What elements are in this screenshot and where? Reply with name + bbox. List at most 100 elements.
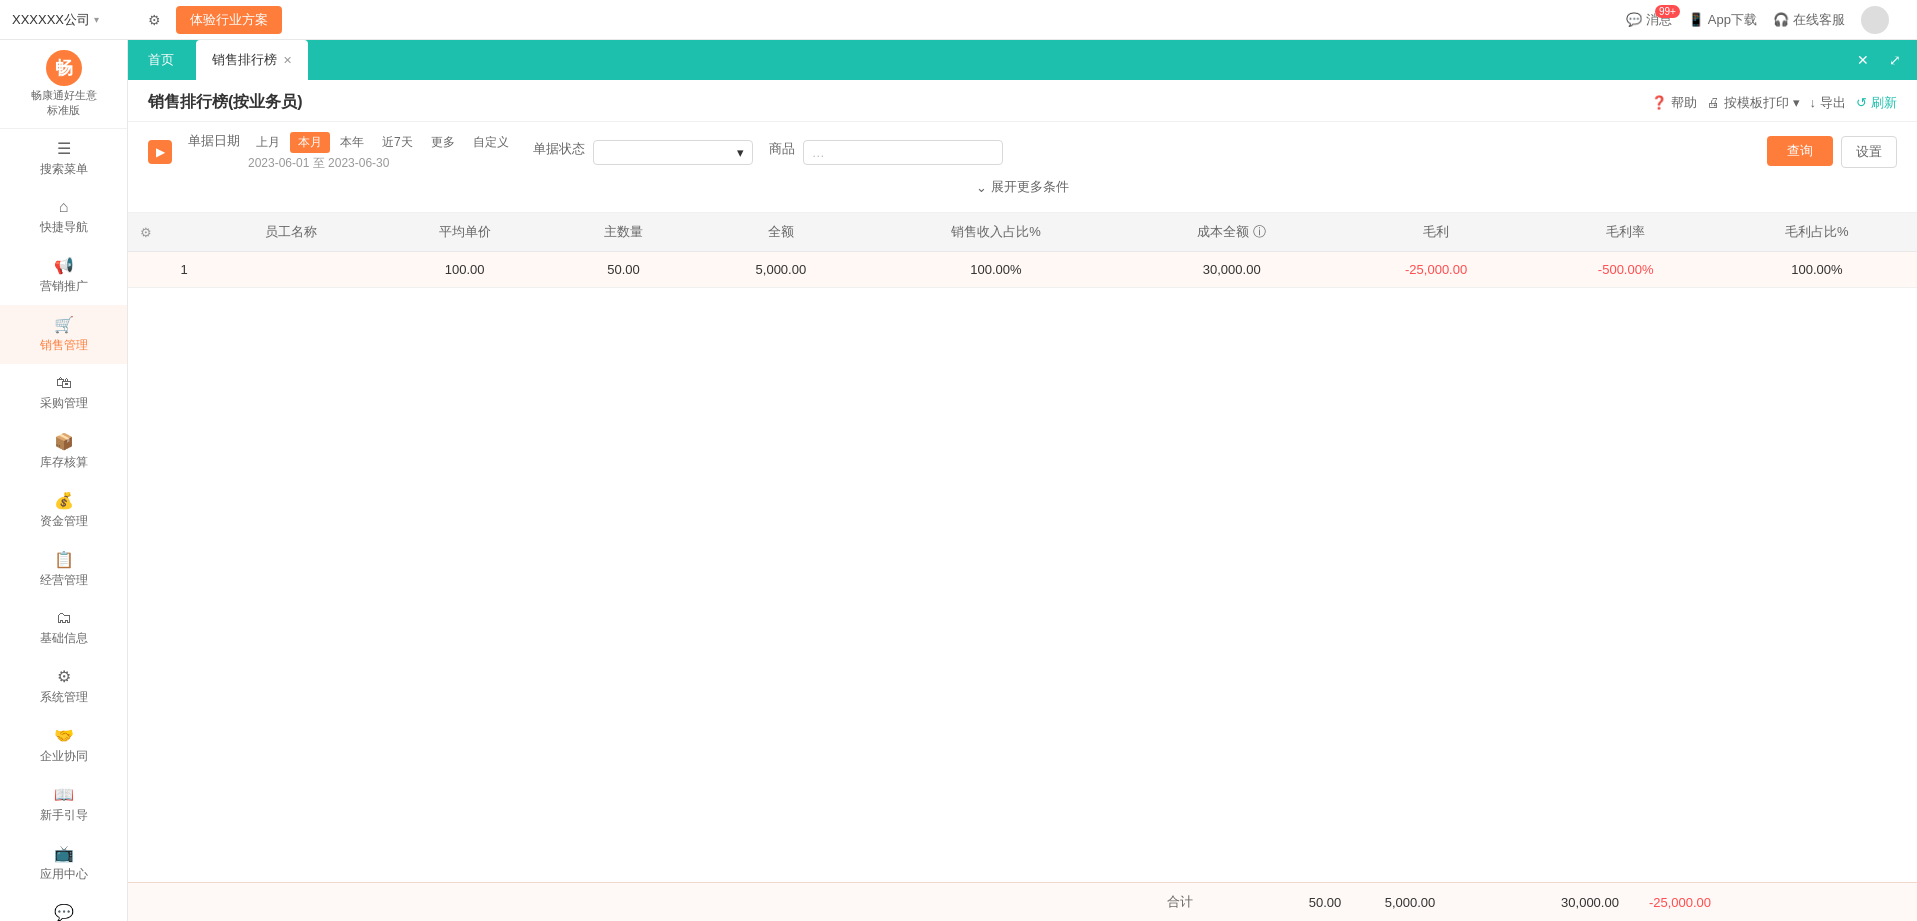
company-selector[interactable]: XXXXXX公司 ▾ <box>12 11 132 29</box>
row-avg-price: 100.00 <box>378 252 552 288</box>
sidebar-item-quick-nav[interactable]: ⌂ 快捷导航 <box>0 188 127 246</box>
filter-toggle-arrow[interactable]: ▶ <box>148 140 172 164</box>
date-tabs: 上月 本月 本年 近7天 更多 自定义 <box>248 132 517 153</box>
trial-button[interactable]: 体验行业方案 <box>176 6 282 34</box>
sales-ranking-table: ⚙ 员工名称 平均单价 主数量 全额 销售收入占比% 成本全额 ⓘ 毛利 毛利率… <box>128 213 1917 288</box>
sidebar-item-operations[interactable]: 📋 经营管理 <box>0 540 127 599</box>
date-tab-7days[interactable]: 近7天 <box>374 132 421 153</box>
message-badge: 99+ <box>1655 5 1680 18</box>
help-button[interactable]: ❓ 帮助 <box>1651 94 1697 112</box>
finance-icon: 💰 <box>54 491 74 510</box>
restore-icon[interactable]: ⤢ <box>1881 46 1909 74</box>
sidebar-item-finance[interactable]: 💰 资金管理 <box>0 481 127 540</box>
row-gross-profit: -25,000.00 <box>1338 252 1535 288</box>
query-button[interactable]: 查询 <box>1767 136 1833 166</box>
table-body: 1 100.00 50.00 5,000.00 100.00% 30,000.0… <box>128 252 1917 288</box>
th-gross-profit: 毛利 <box>1338 213 1535 252</box>
guide-icon: 📖 <box>54 785 74 804</box>
status-label: 单据状态 <box>533 140 585 158</box>
tab-label: 销售排行榜 <box>212 51 277 69</box>
footer-amount: 5,000.00 <box>1365 895 1455 910</box>
page-header: 销售排行榜(按业务员) ❓ 帮助 🖨 按模板打印 ▾ ↓ 导出 ↺ 刷新 <box>128 80 1917 122</box>
logo-area: 畅 畅康通好生意 标准版 <box>0 40 127 129</box>
goods-label: 商品 <box>769 140 795 158</box>
logo-text: 畅康通好生意 标准版 <box>31 88 97 118</box>
footer-cost-amount: 30,000.00 <box>1545 895 1635 910</box>
sidebar-item-marketing[interactable]: 📢 营销推广 <box>0 246 127 305</box>
company-name: XXXXXX公司 <box>12 11 90 29</box>
sidebar-item-search[interactable]: ☰ 搜索菜单 <box>0 129 127 188</box>
sidebar-item-inventory[interactable]: 📦 库存核算 <box>0 422 127 481</box>
date-tab-last-month[interactable]: 上月 <box>248 132 288 153</box>
status-select[interactable]: ▾ <box>593 140 753 165</box>
close-window-icon[interactable]: ✕ <box>1849 46 1877 74</box>
th-cost-amount: 成本全额 ⓘ <box>1126 213 1338 252</box>
sidebar-item-enterprise[interactable]: 🤝 企业协同 <box>0 716 127 775</box>
footer-label: 合计 <box>216 893 1205 911</box>
settings-button[interactable]: 设置 <box>1841 136 1897 168</box>
sidebar-item-sales[interactable]: 🛒 销售管理 <box>0 305 127 364</box>
export-icon: ↓ <box>1810 95 1817 110</box>
tab-close-icon[interactable]: ✕ <box>283 54 292 67</box>
sidebar-item-guide[interactable]: 📖 新手引导 <box>0 775 127 834</box>
date-tab-this-year[interactable]: 本年 <box>332 132 372 153</box>
content-area: 首页 销售排行榜 ✕ ✕ ⤢ 销售排行榜(按业务员) ❓ 帮助 🖨 按模板打印 <box>128 40 1917 921</box>
print-icon: 🖨 <box>1707 95 1720 110</box>
search-menu-icon: ☰ <box>57 139 71 158</box>
row-main-qty: 50.00 <box>552 252 696 288</box>
row-gross-rate: -500.00% <box>1535 252 1717 288</box>
marketing-icon: 📢 <box>54 256 74 275</box>
headset-icon: 🎧 <box>1773 12 1789 27</box>
refresh-button[interactable]: ↺ 刷新 <box>1856 94 1897 112</box>
row-amount: 5,000.00 <box>696 252 867 288</box>
sidebar-item-wechat[interactable]: 💬 企业微信 <box>0 893 127 921</box>
refresh-icon: ↺ <box>1856 95 1867 110</box>
settings-icon[interactable]: ⚙ <box>140 6 168 34</box>
tab-sales-ranking[interactable]: 销售排行榜 ✕ <box>196 40 308 80</box>
enterprise-icon: 🤝 <box>54 726 74 745</box>
table-header-row: ⚙ 员工名称 平均单价 主数量 全额 销售收入占比% 成本全额 ⓘ 毛利 毛利率… <box>128 213 1917 252</box>
avatar[interactable] <box>1861 6 1889 34</box>
row-rank: 1 <box>164 252 204 288</box>
help-icon: ❓ <box>1651 95 1667 110</box>
print-button[interactable]: 🖨 按模板打印 ▾ <box>1707 94 1800 112</box>
export-button[interactable]: ↓ 导出 <box>1810 94 1847 112</box>
app-download-button[interactable]: 📱 App下载 <box>1688 11 1757 29</box>
print-dropdown-icon: ▾ <box>1793 95 1800 110</box>
sidebar-item-app[interactable]: 📺 应用中心 <box>0 834 127 893</box>
tab-bar: 首页 销售排行榜 ✕ ✕ ⤢ <box>128 40 1917 80</box>
data-table-wrapper: ⚙ 员工名称 平均单价 主数量 全额 销售收入占比% 成本全额 ⓘ 毛利 毛利率… <box>128 213 1917 882</box>
sidebar-item-purchase[interactable]: 🛍 采购管理 <box>0 364 127 422</box>
top-right-area: 💬 消息 99+ 📱 App下载 🎧 在线客服 <box>1626 6 1905 34</box>
page-actions: ❓ 帮助 🖨 按模板打印 ▾ ↓ 导出 ↺ 刷新 <box>1651 94 1898 112</box>
date-tab-more[interactable]: 更多 <box>423 132 463 153</box>
row-settings <box>128 252 164 288</box>
table-row: 1 100.00 50.00 5,000.00 100.00% 30,000.0… <box>128 252 1917 288</box>
th-gross-pct: 毛利占比% <box>1717 213 1917 252</box>
filter-expand-row: ⌄ 展开更多条件 <box>148 172 1897 202</box>
app-center-icon: 📺 <box>54 844 74 863</box>
goods-filter-group: 商品 … <box>769 140 1003 165</box>
message-button[interactable]: 💬 消息 99+ <box>1626 11 1672 29</box>
online-service-button[interactable]: 🎧 在线客服 <box>1773 11 1845 29</box>
home-icon: ⌂ <box>59 198 69 216</box>
footer-gross-profit: -25,000.00 <box>1635 895 1725 910</box>
th-gross-rate: 毛利率 <box>1535 213 1717 252</box>
th-avg-price: 平均单价 <box>378 213 552 252</box>
operations-icon: 📋 <box>54 550 74 569</box>
chevron-down-icon: ▾ <box>94 14 99 25</box>
filter-row: ▶ 单据日期 上月 本月 本年 近7天 更多 自定义 2023-06-01 <box>148 132 1897 172</box>
date-label: 单据日期 <box>188 132 240 150</box>
tab-home[interactable]: 首页 <box>128 40 194 80</box>
sidebar-item-basic-info[interactable]: 🗂 基础信息 <box>0 599 127 657</box>
sidebar-item-system[interactable]: ⚙ 系统管理 <box>0 657 127 716</box>
date-tab-this-month[interactable]: 本月 <box>290 132 330 153</box>
expand-more-button[interactable]: ⌄ 展开更多条件 <box>976 178 1069 196</box>
date-tab-custom[interactable]: 自定义 <box>465 132 517 153</box>
status-filter-group: 单据状态 ▾ <box>533 140 753 165</box>
goods-input[interactable]: … <box>803 140 1003 165</box>
table-footer: 合计 50.00 5,000.00 30,000.00 -25,000.00 <box>128 882 1917 921</box>
th-sales-pct: 销售收入占比% <box>866 213 1126 252</box>
th-settings[interactable]: ⚙ <box>128 213 164 252</box>
date-options: 上月 本月 本年 近7天 更多 自定义 2023-06-01 至 2023-06… <box>248 132 517 172</box>
